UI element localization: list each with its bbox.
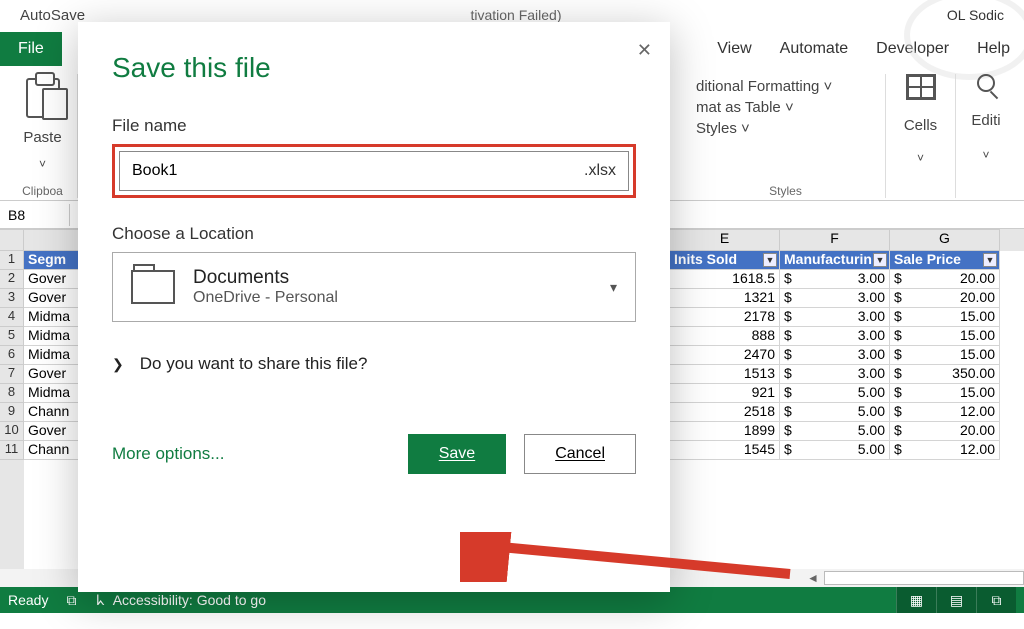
accessibility-icon[interactable]: ᖾ — [96, 592, 104, 609]
status-ready: Ready — [8, 592, 48, 608]
file-extension[interactable]: .xlsx — [576, 162, 616, 180]
conditional-formatting-button[interactable]: ditional Formatting ˅ — [696, 78, 832, 95]
filename-label: File name — [112, 116, 636, 136]
filename-highlight: .xlsx — [112, 144, 636, 198]
normal-view-button[interactable]: ▦ — [896, 587, 936, 613]
close-icon[interactable]: ✕ — [637, 40, 652, 61]
filter-icon[interactable]: ▼ — [873, 253, 887, 267]
location-sub: OneDrive - Personal — [193, 289, 338, 307]
filter-icon[interactable]: ▼ — [983, 253, 997, 267]
styles-group-label: Styles — [769, 184, 802, 198]
save-button[interactable]: Save — [408, 434, 506, 474]
editing-label[interactable]: Editi — [971, 112, 1000, 129]
filter-icon[interactable]: ▼ — [763, 253, 777, 267]
editing-group: Editi ˅ — [956, 74, 1016, 198]
header-sale-price: Sale Price▼ — [890, 251, 1000, 270]
automate-tab[interactable]: Automate — [766, 32, 862, 66]
header-manufacturing: Manufacturin▼ — [780, 251, 890, 270]
row-headers: 123 456 789 1011 — [0, 229, 24, 569]
accessibility-status: Accessibility: Good to go — [113, 592, 266, 608]
share-question: Do you want to share this file? — [140, 354, 368, 374]
dialog-title: Save this file — [112, 52, 636, 84]
cancel-button[interactable]: Cancel — [524, 434, 636, 474]
paste-icon[interactable] — [26, 78, 60, 118]
chevron-down-icon: ▾ — [610, 279, 617, 296]
file-tab[interactable]: File — [0, 32, 62, 66]
cells-label[interactable]: Cells — [904, 117, 937, 134]
find-icon[interactable] — [977, 74, 995, 92]
col-g[interactable]: G — [890, 229, 1000, 251]
header-units-sold: Inits Sold▼ — [670, 251, 780, 270]
title-center: tivation Failed) — [85, 7, 947, 23]
cells-icon[interactable] — [906, 74, 936, 100]
location-label: Choose a Location — [112, 224, 636, 244]
col-f[interactable]: F — [780, 229, 890, 251]
col-e[interactable]: E — [670, 229, 780, 251]
location-selector[interactable]: Documents OneDrive - Personal ▾ — [112, 252, 636, 322]
share-expander[interactable]: ❯ Do you want to share this file? — [112, 354, 636, 374]
clipboard-group: Paste ˅ Clipboa — [8, 74, 78, 198]
clipboard-group-label: Clipboa — [22, 184, 63, 198]
view-tab[interactable]: View — [703, 32, 765, 66]
location-main: Documents — [193, 267, 338, 289]
styles-group: ditional Formatting ˅ mat as Table ˅ Sty… — [686, 74, 886, 198]
filename-input[interactable] — [132, 162, 576, 180]
folder-icon — [131, 270, 175, 304]
cell-styles-button[interactable]: Styles ˅ — [696, 120, 750, 137]
page-layout-view-button[interactable]: ▤ — [936, 587, 976, 613]
display-settings-icon[interactable]: ⧉ — [66, 592, 76, 609]
more-options-link[interactable]: More options... — [112, 444, 224, 464]
chevron-right-icon: ❯ — [112, 356, 124, 373]
name-box[interactable]: B8 — [0, 204, 70, 226]
paste-label[interactable]: Paste — [23, 129, 61, 146]
autosave-label: AutoSave — [20, 7, 85, 24]
format-as-table-button[interactable]: mat as Table ˅ — [696, 99, 794, 116]
header-segment: Segm — [24, 251, 80, 270]
cells-group: Cells ˅ — [886, 74, 956, 198]
page-break-view-button[interactable]: ⧉ — [976, 587, 1016, 613]
save-dialog: ✕ Save this file File name .xlsx Choose … — [78, 22, 670, 592]
